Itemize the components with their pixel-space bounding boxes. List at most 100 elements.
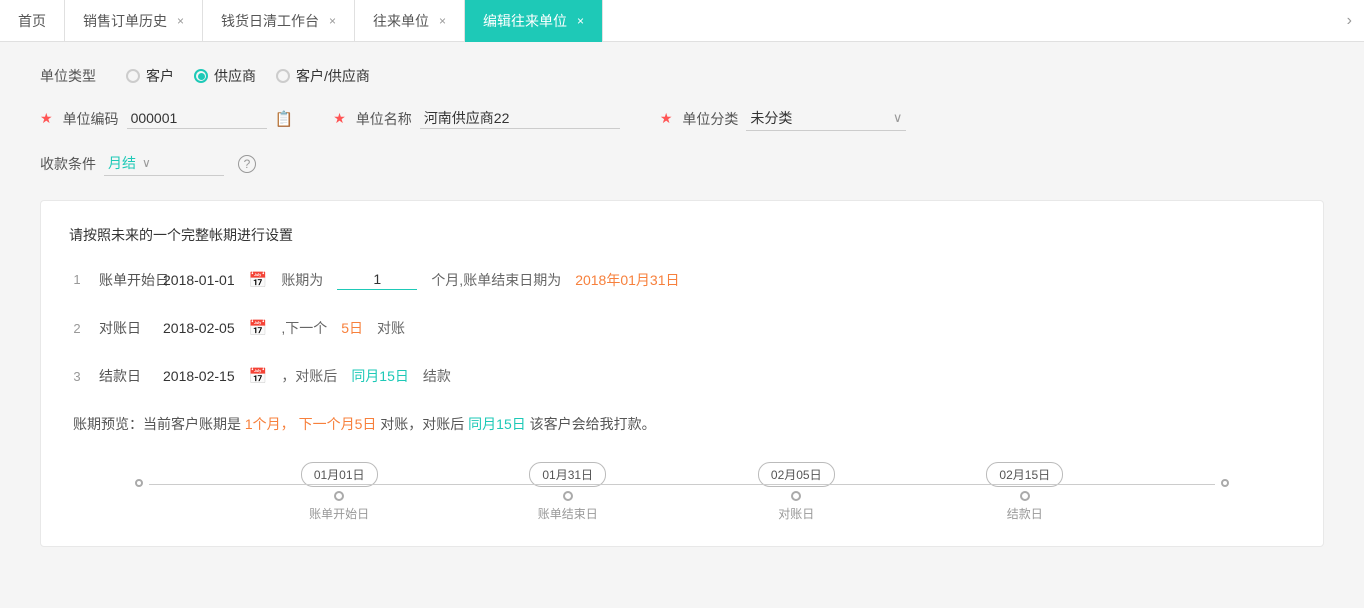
preview-label: 账期预览：当前客户账期是 bbox=[73, 416, 241, 432]
tab-cash-work-label: 钱货日清工作台 bbox=[221, 11, 319, 31]
unit-name-label: 单位名称 bbox=[356, 109, 412, 129]
timeline-point-2: 01月31日 账单结束日 bbox=[529, 462, 606, 522]
preview-2: 下一个月5日 bbox=[299, 416, 377, 432]
row-calendar-2[interactable]: 📅 bbox=[249, 319, 268, 337]
radio-customer-label: 客户 bbox=[146, 66, 174, 86]
row-suffix-1: 账期为 bbox=[281, 270, 323, 290]
start-dot bbox=[135, 479, 143, 487]
tab-partners-close[interactable]: × bbox=[439, 14, 446, 28]
timeline-point-4: 02月15日 结款日 bbox=[986, 462, 1063, 522]
row-type-2: 对账日 bbox=[99, 318, 149, 338]
radio-supplier-label: 供应商 bbox=[214, 66, 256, 86]
row-num-2: 2 bbox=[69, 321, 85, 336]
help-icon[interactable]: ? bbox=[238, 155, 256, 173]
radio-both[interactable]: 客户/供应商 bbox=[276, 66, 370, 86]
tab-edit-partner-label: 编辑往来单位 bbox=[483, 11, 567, 31]
form-row-1: ★ 单位编码 📋 ★ 单位名称 ★ 单位分类 未分类 ∨ bbox=[40, 106, 1324, 131]
timeline-label-3: 对账日 bbox=[778, 505, 814, 522]
unit-category-field: ★ 单位分类 未分类 ∨ bbox=[660, 106, 907, 131]
card-section: 请按照未来的一个完整帐期进行设置 1 账单开始日 2018-01-01 📅 账期… bbox=[40, 200, 1324, 547]
unit-category-star: ★ bbox=[660, 110, 673, 127]
unit-category-dropdown[interactable]: 未分类 ∨ bbox=[746, 106, 906, 131]
row-num-3: 3 bbox=[69, 369, 85, 384]
row-highlighted-date-1: 2018年01月31日 bbox=[575, 270, 679, 290]
row-input-suffix-1: 个月,账单结束日期为 bbox=[431, 270, 561, 290]
row-suffix-3: 结款 bbox=[423, 366, 451, 386]
preview-row: 账期预览：当前客户账期是 1个月， 下一个月5日 对账，对账后 同月15日 该客… bbox=[69, 414, 1295, 434]
row-type-1: 账单开始日 bbox=[99, 270, 149, 290]
tab-sales-history-label: 销售订单历史 bbox=[83, 11, 167, 31]
timeline-label-1: 账单开始日 bbox=[309, 505, 369, 522]
timeline-label-4: 结款日 bbox=[1007, 505, 1043, 522]
card-instruction: 请按照未来的一个完整帐期进行设置 bbox=[69, 225, 1295, 245]
row-date-2: 2018-02-05 bbox=[163, 320, 235, 336]
preview-3: 对账，对账后 bbox=[380, 416, 464, 432]
timeline-dot-2 bbox=[563, 491, 573, 501]
row-input-1[interactable] bbox=[337, 269, 417, 290]
radio-supplier[interactable]: 供应商 bbox=[194, 66, 256, 86]
form-row-payment: 收款条件 月结 ∨ ? bbox=[40, 151, 1324, 176]
tab-edit-partner-close[interactable]: × bbox=[577, 14, 584, 28]
end-dot bbox=[1221, 479, 1229, 487]
timeline-label-2: 账单结束日 bbox=[538, 505, 598, 522]
tab-home[interactable]: 首页 bbox=[0, 0, 65, 42]
row-highlighted-3: 同月15日 bbox=[351, 366, 409, 386]
radio-both-label: 客户/供应商 bbox=[296, 66, 370, 86]
tab-home-label: 首页 bbox=[18, 11, 46, 31]
timeline-point-1: 01月01日 账单开始日 bbox=[301, 462, 378, 522]
tab-sales-history-close[interactable]: × bbox=[177, 14, 184, 28]
period-row-3: 3 结款日 2018-02-15 📅 ，对账后 同月15日 结款 bbox=[69, 366, 1295, 386]
row-num-1: 1 bbox=[69, 272, 85, 287]
radio-group: 客户 供应商 客户/供应商 bbox=[126, 66, 370, 86]
period-row-1: 1 账单开始日 2018-01-01 📅 账期为 个月,账单结束日期为 2018… bbox=[69, 269, 1295, 290]
unit-type-label: 单位类型 bbox=[40, 66, 96, 86]
unit-code-label: 单位编码 bbox=[63, 109, 119, 129]
payment-terms-chevron-icon: ∨ bbox=[142, 156, 151, 170]
payment-terms-select[interactable]: 月结 ∨ bbox=[104, 151, 224, 176]
unit-category-value: 未分类 bbox=[750, 108, 792, 128]
preview-5: 该客户会给我打款。 bbox=[530, 416, 656, 432]
timeline-end-dot bbox=[1215, 462, 1235, 487]
payment-terms-field: 收款条件 月结 ∨ ? bbox=[40, 151, 256, 176]
timeline-dot-3 bbox=[791, 491, 801, 501]
unit-name-field: ★ 单位名称 bbox=[333, 108, 620, 129]
unit-type-row: 单位类型 客户 供应商 客户/供应商 bbox=[40, 66, 1324, 86]
payment-terms-label: 收款条件 bbox=[40, 154, 96, 174]
timeline-line bbox=[149, 484, 1215, 485]
tab-partners[interactable]: 往来单位 × bbox=[355, 0, 465, 42]
unit-code-input[interactable] bbox=[127, 108, 267, 129]
preview-1: 1个月， bbox=[245, 416, 295, 432]
row-calendar-1[interactable]: 📅 bbox=[249, 271, 268, 289]
timeline-points: 01月01日 账单开始日 01月31日 账单结束日 02月05日 对账日 bbox=[129, 462, 1235, 522]
unit-code-star: ★ bbox=[40, 110, 53, 127]
tab-cash-work-close[interactable]: × bbox=[329, 14, 336, 28]
tab-edit-partner[interactable]: 编辑往来单位 × bbox=[465, 0, 603, 42]
row-date-3: 2018-02-15 bbox=[163, 368, 235, 384]
timeline-start-dot bbox=[129, 462, 149, 487]
row-prefix-2: ,下一个 bbox=[281, 318, 327, 338]
radio-customer[interactable]: 客户 bbox=[126, 66, 174, 86]
preview-4: 同月15日 bbox=[468, 416, 526, 432]
period-row-2: 2 对账日 2018-02-05 📅 ,下一个 5日 对账 bbox=[69, 318, 1295, 338]
row-prefix-3: ，对账后 bbox=[281, 366, 337, 386]
row-suffix-2: 对账 bbox=[377, 318, 405, 338]
chevron-down-icon: ∨ bbox=[893, 110, 903, 126]
radio-customer-circle bbox=[126, 69, 140, 83]
unit-code-field: ★ 单位编码 📋 bbox=[40, 108, 293, 129]
timeline-point-3: 02月05日 对账日 bbox=[758, 462, 835, 522]
tab-cash-work[interactable]: 钱货日清工作台 × bbox=[203, 0, 355, 42]
row-date-1: 2018-01-01 bbox=[163, 272, 235, 288]
row-calendar-3[interactable]: 📅 bbox=[249, 367, 268, 385]
row-type-3: 结款日 bbox=[99, 366, 149, 386]
row-highlighted-2: 5日 bbox=[341, 318, 363, 338]
tabs-bar: 首页 销售订单历史 × 钱货日清工作台 × 往来单位 × 编辑往来单位 × › bbox=[0, 0, 1364, 42]
tab-sales-history[interactable]: 销售订单历史 × bbox=[65, 0, 203, 42]
tab-partners-label: 往来单位 bbox=[373, 11, 429, 31]
payment-terms-value: 月结 bbox=[108, 153, 136, 173]
tabs-scroll-arrow[interactable]: › bbox=[1335, 12, 1364, 30]
page-content: 单位类型 客户 供应商 客户/供应商 ★ 单位编码 📋 ★ 单位名称 bbox=[0, 42, 1364, 608]
unit-code-calendar-icon[interactable]: 📋 bbox=[275, 110, 294, 128]
unit-name-input[interactable] bbox=[420, 108, 620, 129]
radio-supplier-circle bbox=[194, 69, 208, 83]
timeline-dot-4 bbox=[1020, 491, 1030, 501]
